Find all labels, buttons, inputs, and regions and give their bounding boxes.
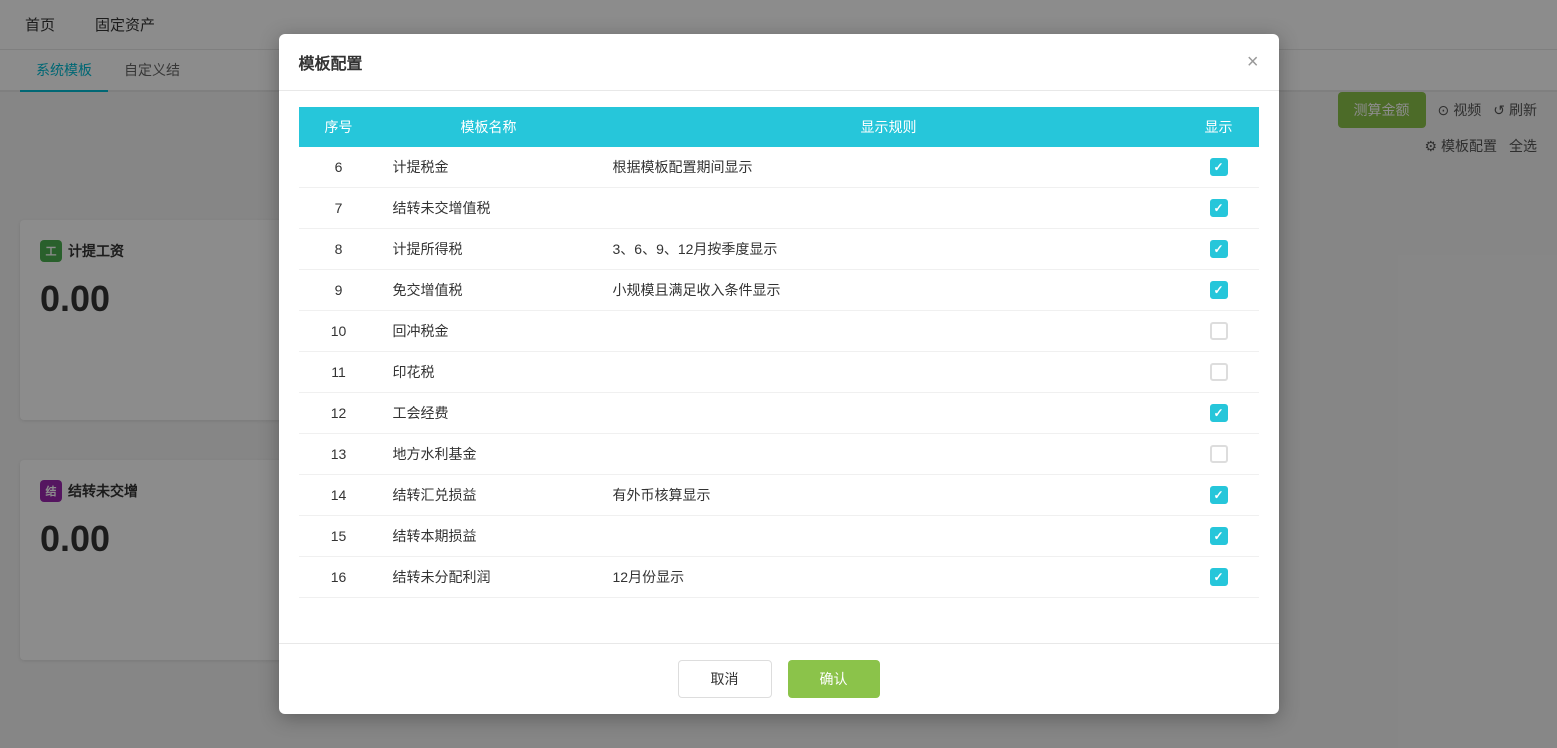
table-row: 9免交增值税小规模且满足收入条件显示 [299,270,1259,311]
row-index: 11 [299,352,379,393]
row-index: 10 [299,311,379,352]
row-checkbox[interactable] [1210,486,1228,504]
row-index: 8 [299,229,379,270]
row-name: 印花税 [379,352,599,393]
confirm-button[interactable]: 确认 [788,660,880,698]
row-checkbox[interactable] [1210,445,1228,463]
row-index: 12 [299,393,379,434]
row-checkbox[interactable] [1210,322,1228,340]
table-row: 16结转未分配利润12月份显示 [299,557,1259,598]
row-index: 14 [299,475,379,516]
col-header-display: 显示 [1179,107,1259,147]
row-rule: 12月份显示 [599,557,1179,598]
modal-template-config: 模板配置 × 序号 模板名称 显示规则 显示 6计提税金根据模板配置期间显示7结… [279,34,1279,714]
table-row: 11印花税 [299,352,1259,393]
table-header-row: 序号 模板名称 显示规则 显示 [299,107,1259,147]
row-rule [599,434,1179,475]
row-rule: 小规模且满足收入条件显示 [599,270,1179,311]
row-index: 9 [299,270,379,311]
row-checkbox[interactable] [1210,568,1228,586]
col-header-index: 序号 [299,107,379,147]
row-index: 7 [299,188,379,229]
row-checkbox[interactable] [1210,363,1228,381]
table-row: 12工会经费 [299,393,1259,434]
row-name: 结转本期损益 [379,516,599,557]
row-display-cell [1179,352,1259,393]
row-rule: 根据模板配置期间显示 [599,147,1179,188]
row-rule [599,188,1179,229]
col-header-rule: 显示规则 [599,107,1179,147]
row-checkbox[interactable] [1210,199,1228,217]
row-index: 16 [299,557,379,598]
row-display-cell [1179,475,1259,516]
row-display-cell [1179,311,1259,352]
row-checkbox[interactable] [1210,240,1228,258]
col-header-name: 模板名称 [379,107,599,147]
row-index: 6 [299,147,379,188]
row-name: 结转汇兑损益 [379,475,599,516]
row-display-cell [1179,188,1259,229]
row-display-cell [1179,434,1259,475]
row-display-cell [1179,147,1259,188]
modal-title: 模板配置 [299,50,363,74]
table-row: 7结转未交增值税 [299,188,1259,229]
table-row: 14结转汇兑损益有外币核算显示 [299,475,1259,516]
modal-close-button[interactable]: × [1247,52,1259,72]
table-row: 10回冲税金 [299,311,1259,352]
row-rule: 有外币核算显示 [599,475,1179,516]
row-display-cell [1179,393,1259,434]
row-name: 回冲税金 [379,311,599,352]
row-display-cell [1179,557,1259,598]
row-index: 13 [299,434,379,475]
row-name: 工会经费 [379,393,599,434]
modal-body: 序号 模板名称 显示规则 显示 6计提税金根据模板配置期间显示7结转未交增值税8… [279,91,1279,643]
row-rule: 3、6、9、12月按季度显示 [599,229,1179,270]
row-checkbox[interactable] [1210,527,1228,545]
config-table: 序号 模板名称 显示规则 显示 6计提税金根据模板配置期间显示7结转未交增值税8… [299,107,1259,598]
modal-header: 模板配置 × [279,34,1279,91]
table-row: 8计提所得税3、6、9、12月按季度显示 [299,229,1259,270]
row-name: 结转未分配利润 [379,557,599,598]
row-name: 结转未交增值税 [379,188,599,229]
table-row: 13地方水利基金 [299,434,1259,475]
table-row: 15结转本期损益 [299,516,1259,557]
table-row: 6计提税金根据模板配置期间显示 [299,147,1259,188]
modal-footer: 取消 确认 [279,643,1279,714]
row-display-cell [1179,229,1259,270]
modal-scroll-area[interactable]: 序号 模板名称 显示规则 显示 6计提税金根据模板配置期间显示7结转未交增值税8… [299,107,1259,627]
cancel-button[interactable]: 取消 [678,660,772,698]
row-display-cell [1179,270,1259,311]
row-name: 免交增值税 [379,270,599,311]
row-rule [599,352,1179,393]
row-name: 地方水利基金 [379,434,599,475]
row-checkbox[interactable] [1210,404,1228,422]
row-rule [599,393,1179,434]
row-checkbox[interactable] [1210,281,1228,299]
row-name: 计提所得税 [379,229,599,270]
row-rule [599,311,1179,352]
row-checkbox[interactable] [1210,158,1228,176]
row-name: 计提税金 [379,147,599,188]
row-display-cell [1179,516,1259,557]
row-rule [599,516,1179,557]
row-index: 15 [299,516,379,557]
